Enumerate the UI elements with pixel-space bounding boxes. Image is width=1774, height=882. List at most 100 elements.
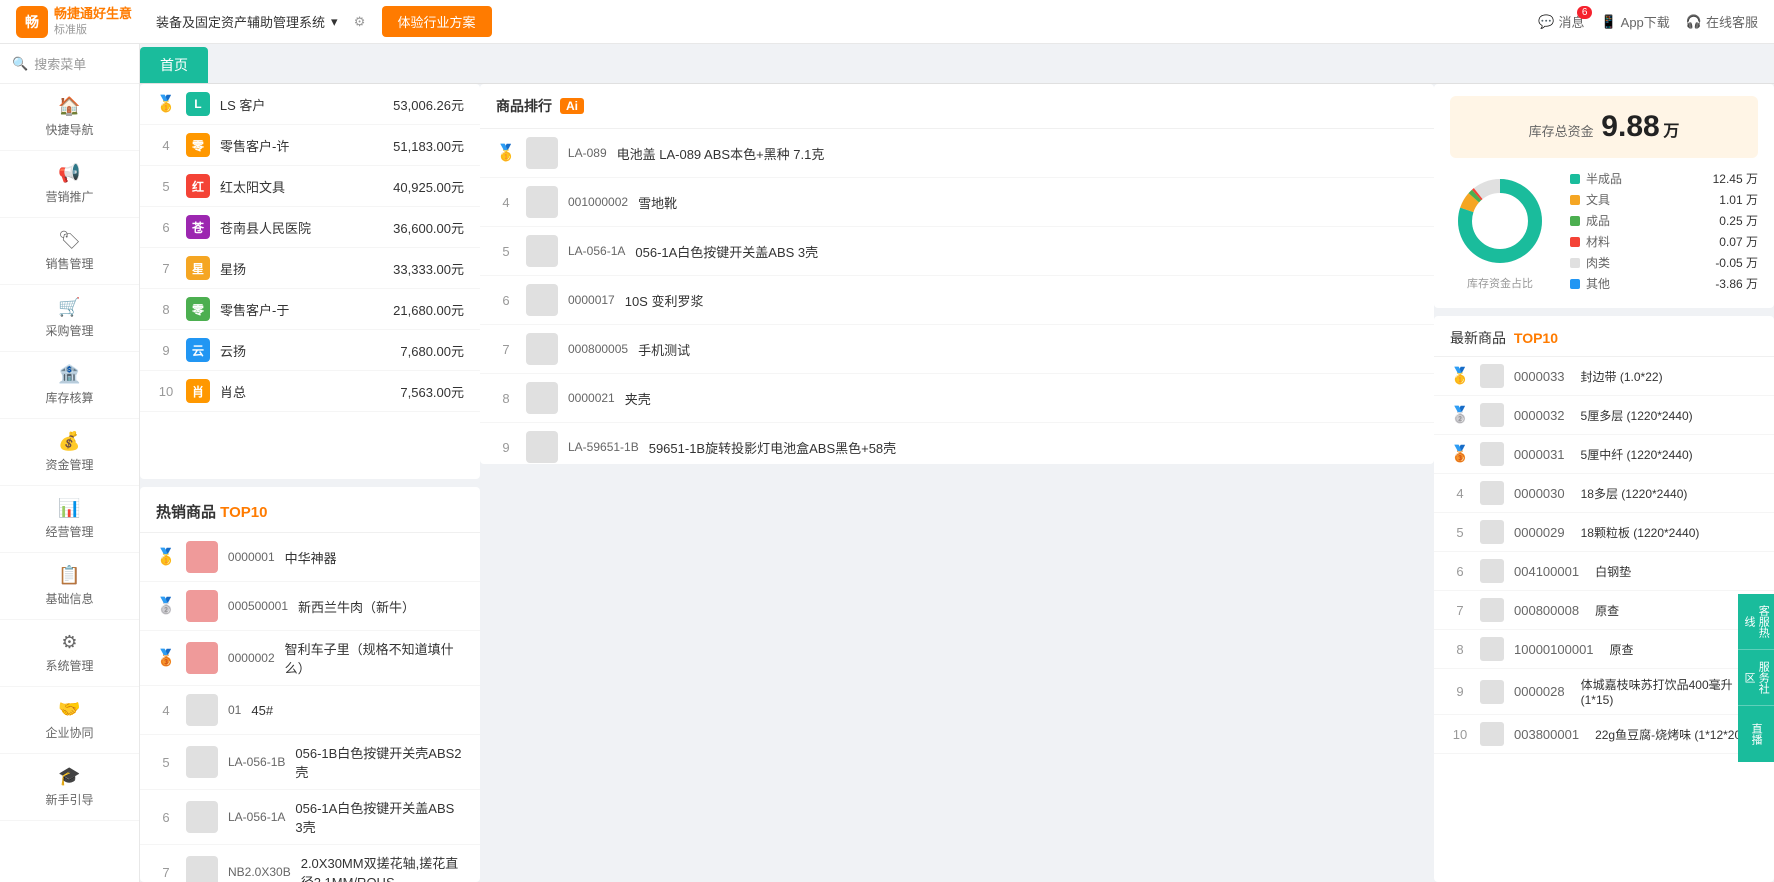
new-product-name: 封边带 (1.0*22)	[1581, 368, 1758, 385]
trial-button[interactable]: 体验行业方案	[382, 6, 492, 37]
product-thumbnail	[526, 284, 558, 316]
customer-badge: 零	[186, 133, 210, 157]
new-product-thumbnail	[1480, 559, 1504, 583]
settings-button[interactable]: ⚙	[346, 8, 374, 36]
sidebar-item-operations[interactable]: 📊 经营管理	[0, 486, 139, 553]
hot-products-scroll[interactable]: 🥇 0000001 中华神器 🥈 000500001 新西兰牛肉（新牛）	[140, 533, 480, 882]
customer-value: 40,925.00元	[393, 177, 464, 196]
sidebar-item-label: 资金管理	[45, 456, 93, 473]
product-ranking-panel: 商品排行 Ai 🥇 LA-089 电池盖 LA-089 ABS本色+黑种 7.1…	[480, 84, 1434, 464]
product-thumbnail	[186, 642, 218, 674]
sidebar-item-purchase[interactable]: 🛒 采购管理	[0, 285, 139, 352]
customers-scroll[interactable]: 🥇 L LS 客户 53,006.26元 4 零 零售客户-许 51,183.0…	[140, 84, 480, 479]
product-code: 0000001	[228, 550, 275, 564]
customer-badge: 苍	[186, 215, 210, 239]
sidebar-item-home[interactable]: 🏠 快捷导航	[0, 84, 139, 151]
hot-product-row: 7 NB2.0X30B 2.0X30MM双搓花轴,搓花直径2.1MM/ROHS	[140, 845, 480, 882]
product-ranking-title: 商品排行	[496, 96, 552, 116]
float-btn-live[interactable]: 直播	[1738, 706, 1774, 762]
app-download-button[interactable]: 📱 App下载	[1600, 12, 1669, 31]
customer-badge: 零	[186, 297, 210, 321]
inventory-unit: 万	[1663, 123, 1679, 140]
float-btn-community[interactable]: 服务社区	[1738, 650, 1774, 706]
new-product-row: 🥉 0000031 5厘中纤 (1220*2440)	[1434, 435, 1774, 474]
legend-dot-material	[1570, 237, 1580, 247]
new-product-thumbnail	[1480, 680, 1504, 704]
sidebar-item-guide[interactable]: 🎓 新手引导	[0, 754, 139, 821]
inventory-label: 库存总资金	[1529, 121, 1594, 140]
sidebar-item-label: 系统管理	[45, 657, 93, 674]
sidebar-item-label: 企业协同	[45, 724, 93, 741]
legend-item-material: 材料 0.07 万	[1570, 233, 1758, 250]
system-selector[interactable]: 装备及固定资产辅助管理系统 ▾	[156, 12, 338, 31]
product-code: LA-056-1A	[568, 244, 625, 258]
sidebar-item-sales[interactable]: 🏷 销售管理	[0, 218, 139, 285]
top10-label: TOP10	[220, 504, 267, 521]
product-rank-row: 4 001000002 雪地靴	[480, 178, 1434, 227]
medal-bronze-icon: 🥉	[1450, 444, 1470, 464]
product-code: LA-056-1B	[228, 755, 285, 769]
product-thumbnail	[186, 694, 218, 726]
new-product-code: 004100001	[1514, 564, 1579, 579]
product-rank-row: 7 000800005 手机测试	[480, 325, 1434, 374]
new-product-row: 9 0000028 体城嘉枝味苏打饮品400毫升 (1*15)	[1434, 669, 1774, 715]
float-btn-service[interactable]: 客服热线	[1738, 594, 1774, 650]
new-product-row: 🥈 0000032 5厘多层 (1220*2440)	[1434, 396, 1774, 435]
new-products-scroll[interactable]: 🥇 0000033 封边带 (1.0*22) 🥈 0000032 5厘多层 (1…	[1434, 357, 1774, 882]
product-code: 0000021	[568, 391, 615, 405]
product-name: 雪地靴	[638, 193, 1418, 212]
product-code: 0000017	[568, 293, 615, 307]
product-name: 2.0X30MM双搓花轴,搓花直径2.1MM/ROHS	[301, 853, 464, 882]
logo-sub: 标准版	[54, 21, 132, 37]
legend-item-semi: 半成品 12.45 万	[1570, 170, 1758, 187]
product-thumbnail	[526, 137, 558, 169]
sidebar-item-label: 快捷导航	[45, 121, 93, 138]
sidebar-item-finance[interactable]: 💰 资金管理	[0, 419, 139, 486]
legend-item-stationery: 文具 1.01 万	[1570, 191, 1758, 208]
new-products-title: 最新商品 TOP10	[1434, 316, 1774, 357]
message-button[interactable]: 💬 消息 6	[1538, 12, 1584, 31]
message-icon: 💬	[1538, 14, 1554, 30]
customer-badge: 肖	[186, 379, 210, 403]
customer-name: 云扬	[220, 341, 390, 360]
new-product-name: 22g鱼豆腐-烧烤味 (1*12*20)	[1595, 726, 1758, 743]
medal-bronze-icon: 🥉	[156, 648, 176, 668]
customer-rank-row: 8 零 零售客户-于 21,680.00元	[140, 289, 480, 330]
online-service-button[interactable]: 🎧 在线客服	[1686, 12, 1758, 31]
product-name: 夹壳	[625, 389, 1418, 408]
inventory-total-box: 库存总资金 9.88 万	[1450, 96, 1758, 158]
inventory-legend: 半成品 12.45 万 文具 1.01 万	[1570, 170, 1758, 292]
product-code: LA-089	[568, 146, 607, 160]
product-thumbnail	[526, 235, 558, 267]
sidebar-item-label: 经营管理	[45, 523, 93, 540]
new-product-code: 10000100001	[1514, 642, 1594, 657]
sidebar-item-inventory[interactable]: 🏦 库存核算	[0, 352, 139, 419]
customer-name: 肖总	[220, 382, 390, 401]
ai-badge: Ai	[560, 98, 584, 114]
legend-item-other: 其他 -3.86 万	[1570, 275, 1758, 292]
medal-silver-icon: 🥈	[1450, 405, 1470, 425]
sidebar-item-marketing[interactable]: 📢 营销推广	[0, 151, 139, 218]
medal-gold-icon: 🥇	[156, 94, 176, 114]
tab-home[interactable]: 首页	[140, 47, 208, 83]
new-product-code: 0000028	[1514, 684, 1565, 699]
product-name: 056-1B白色按键开关壳ABS2壳	[295, 743, 464, 781]
product-ranking-scroll[interactable]: 🥇 LA-089 电池盖 LA-089 ABS本色+黑种 7.1克 4 0010…	[480, 129, 1434, 464]
new-product-thumbnail	[1480, 481, 1504, 505]
new-product-thumbnail	[1480, 722, 1504, 746]
search-menu[interactable]: 🔍 搜索菜单	[0, 44, 139, 84]
sidebar-item-system[interactable]: ⚙ 系统管理	[0, 620, 139, 687]
new-product-code: 000800008	[1514, 603, 1579, 618]
sidebar-item-basic[interactable]: 📋 基础信息	[0, 553, 139, 620]
customer-name: 苍南县人民医院	[220, 218, 383, 237]
sidebar-item-label: 新手引导	[45, 791, 93, 808]
product-thumbnail	[526, 431, 558, 463]
new-product-code: 0000031	[1514, 447, 1565, 462]
inventory-chart-area: 库存资金占比 半成品 12.45 万	[1434, 170, 1774, 308]
donut-chart	[1450, 171, 1550, 271]
mobile-icon: 📱	[1600, 14, 1616, 30]
medal-gold-icon: 🥇	[1450, 366, 1470, 386]
basic-icon: 📋	[58, 565, 80, 586]
sidebar-item-collab[interactable]: 🤝 企业协同	[0, 687, 139, 754]
customer-rank-row: 6 苍 苍南县人民医院 36,600.00元	[140, 207, 480, 248]
